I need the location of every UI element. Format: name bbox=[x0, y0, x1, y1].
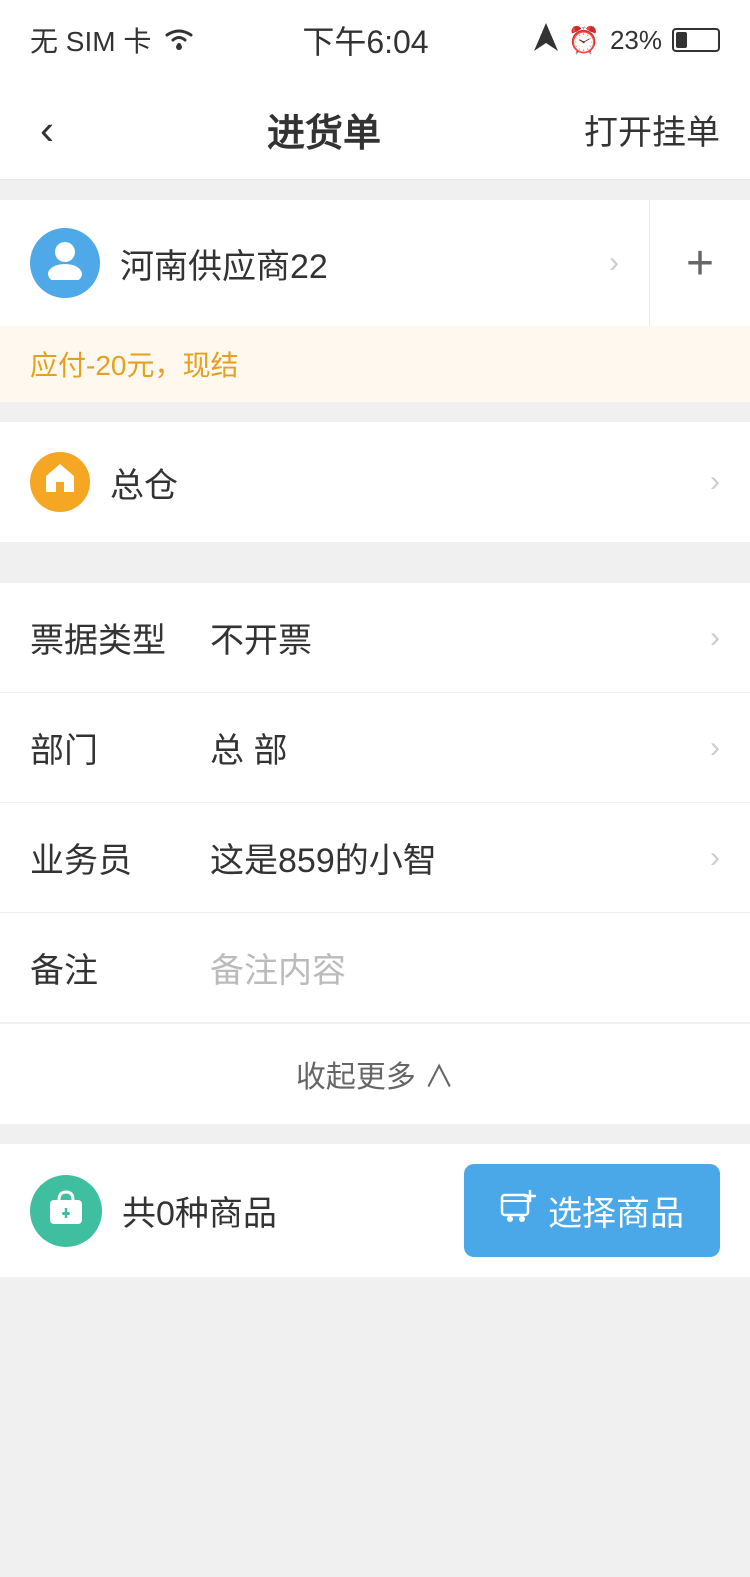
department-value: 总 部 bbox=[190, 723, 710, 772]
status-right: ⏰ 23% bbox=[534, 23, 720, 58]
battery-text: 23% bbox=[610, 25, 662, 56]
gray-area bbox=[0, 1277, 750, 1577]
battery-icon bbox=[672, 28, 720, 52]
warehouse-icon bbox=[30, 452, 90, 512]
divider-2 bbox=[0, 563, 750, 583]
chevron-right-icon: › bbox=[609, 246, 619, 280]
collapse-button[interactable]: 收起更多 ∧ bbox=[0, 1023, 750, 1124]
supplier-name: 河南供应商22 bbox=[120, 239, 589, 288]
remark-label: 备注 bbox=[30, 943, 190, 992]
department-row[interactable]: 部门 总 部 › bbox=[0, 693, 750, 803]
back-button[interactable]: ‹ bbox=[30, 96, 64, 164]
status-left: 无 SIM 卡 bbox=[30, 20, 197, 60]
remark-input[interactable]: 备注内容 bbox=[190, 943, 720, 992]
remark-row[interactable]: 备注 备注内容 bbox=[0, 913, 750, 1023]
supplier-selector[interactable]: 河南供应商22 › bbox=[0, 200, 650, 326]
status-bar: 无 SIM 卡 下午6:04 ⏰ 23% bbox=[0, 0, 750, 80]
warehouse-chevron-icon: › bbox=[710, 465, 720, 499]
home-icon bbox=[42, 460, 78, 504]
salesperson-value: 这是859的小智 bbox=[190, 833, 710, 882]
supplier-avatar bbox=[30, 228, 100, 298]
form-section: 票据类型 不开票 › 部门 总 部 › 业务员 这是859的小智 › 备注 备注… bbox=[0, 583, 750, 1124]
notice-text: 应付-20元，现结 bbox=[30, 350, 238, 381]
alarm-icon: ⏰ bbox=[568, 25, 600, 56]
page-title: 进货单 bbox=[267, 102, 381, 157]
notice-bar: 应付-20元，现结 bbox=[0, 326, 750, 402]
status-time: 下午6:04 bbox=[302, 17, 428, 63]
invoice-chevron-icon: › bbox=[710, 621, 720, 655]
person-icon bbox=[43, 236, 87, 290]
open-pending-button[interactable]: 打开挂单 bbox=[584, 105, 720, 154]
supplier-section: 河南供应商22 › + bbox=[0, 200, 750, 326]
location-icon bbox=[534, 23, 558, 58]
salesperson-row[interactable]: 业务员 这是859的小智 › bbox=[0, 803, 750, 913]
invoice-type-row[interactable]: 票据类型 不开票 › bbox=[0, 583, 750, 693]
salesperson-chevron-icon: › bbox=[710, 841, 720, 875]
department-chevron-icon: › bbox=[710, 731, 720, 765]
nav-bar: ‹ 进货单 打开挂单 bbox=[0, 80, 750, 180]
product-count-text: 共0种商品 bbox=[122, 1186, 444, 1235]
collapse-label: 收起更多 ∧ bbox=[296, 1052, 454, 1096]
invoice-type-value: 不开票 bbox=[190, 613, 710, 662]
top-gap bbox=[0, 180, 750, 200]
select-product-label: 选择商品 bbox=[548, 1186, 684, 1235]
warehouse-row[interactable]: 总仓 › bbox=[0, 422, 750, 543]
wifi-icon bbox=[161, 23, 197, 58]
carrier-text: 无 SIM 卡 bbox=[30, 20, 151, 60]
shopping-bag-icon bbox=[46, 1186, 86, 1235]
cart-icon bbox=[500, 1189, 536, 1233]
salesperson-label: 业务员 bbox=[30, 833, 190, 882]
department-label: 部门 bbox=[30, 723, 190, 772]
product-count-icon bbox=[30, 1175, 102, 1247]
divider-1 bbox=[0, 402, 750, 422]
add-supplier-button[interactable]: + bbox=[650, 200, 750, 326]
warehouse-name: 总仓 bbox=[110, 458, 690, 507]
invoice-type-label: 票据类型 bbox=[30, 613, 190, 662]
bottom-bar: 共0种商品 选择商品 bbox=[0, 1144, 750, 1277]
select-product-button[interactable]: 选择商品 bbox=[464, 1164, 720, 1257]
